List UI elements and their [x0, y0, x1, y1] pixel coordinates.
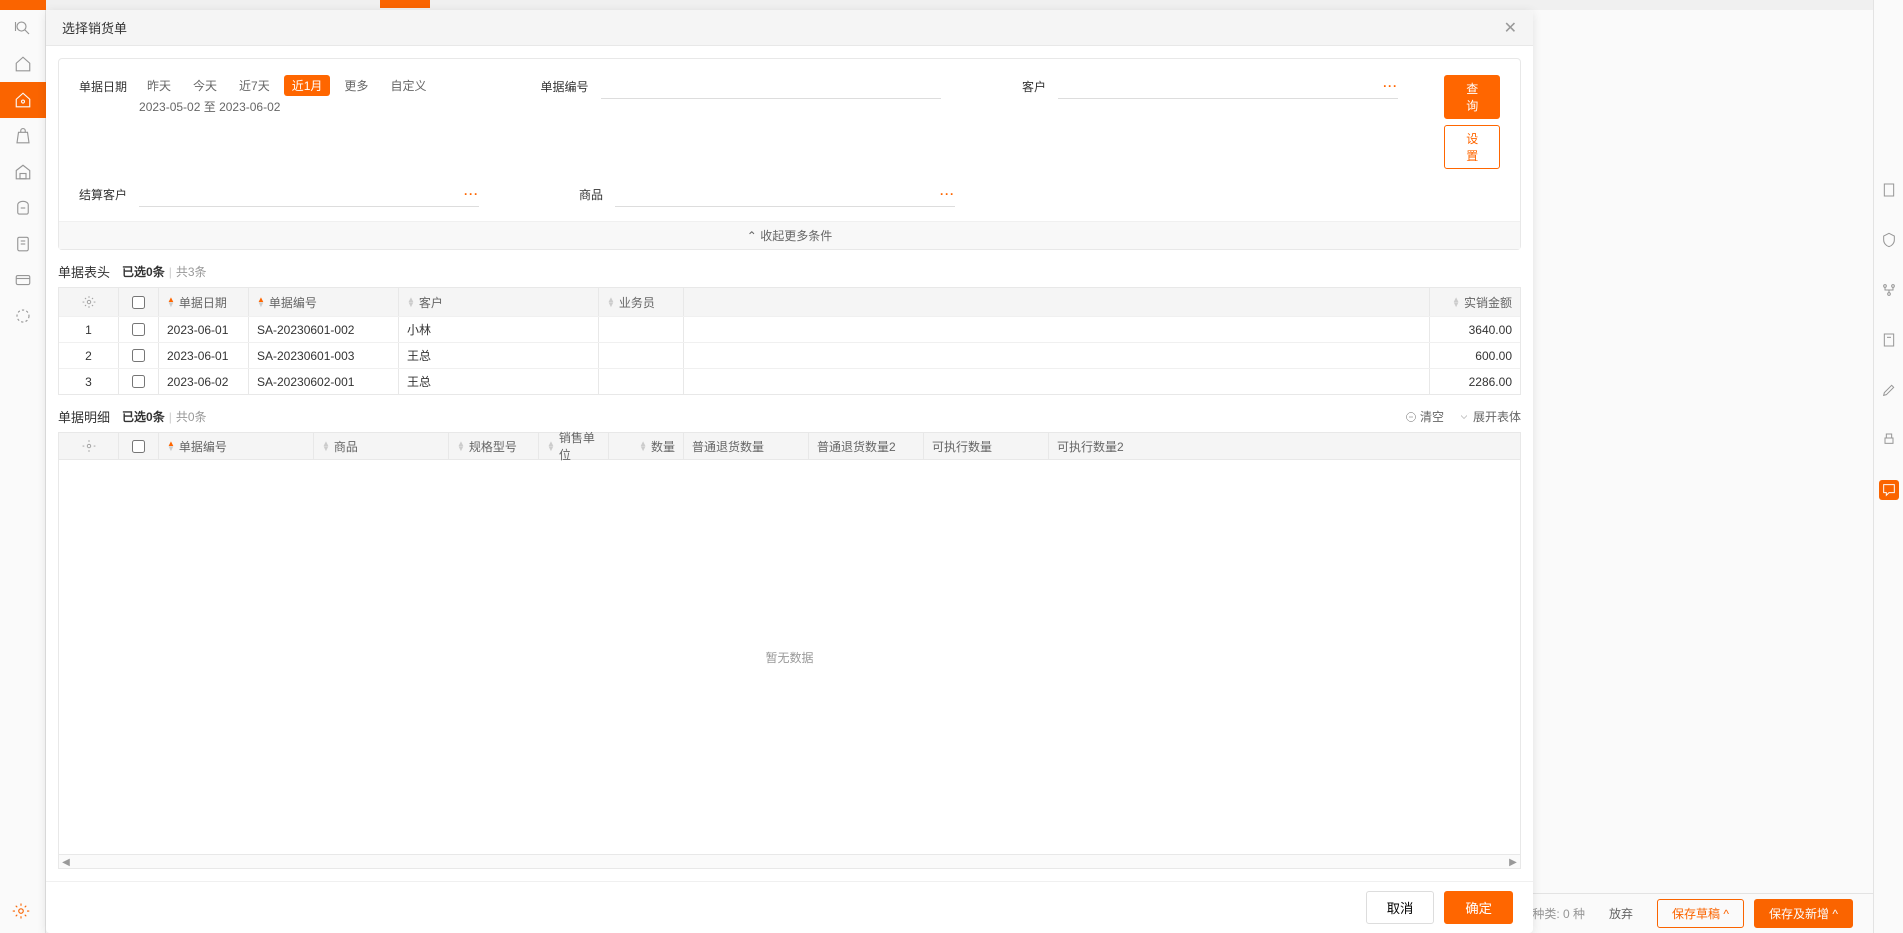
row-amount: 600.00 [1430, 343, 1520, 368]
header-section-title: 单据表头 [58, 262, 110, 281]
settle-customer-input[interactable] [139, 183, 479, 207]
row-date: 2023-06-02 [159, 369, 249, 394]
row-checkbox[interactable] [119, 317, 159, 342]
customer-more-icon[interactable]: ··· [1383, 79, 1398, 93]
dth-execqty2[interactable]: 可执行数量2 [1049, 433, 1520, 459]
date-pill-today[interactable]: 今天 [185, 75, 225, 96]
row-amount: 3640.00 [1430, 317, 1520, 342]
date-pill-7days[interactable]: 近7天 [231, 75, 278, 96]
row-docno: SA-20230602-001 [249, 369, 399, 394]
modal-title: 选择销货单 [62, 18, 127, 37]
dth-retqty[interactable]: 普通退货数量 [684, 433, 809, 459]
row-customer: 王总 [399, 369, 599, 394]
docno-input[interactable] [601, 75, 941, 99]
docno-label: 单据编号 [541, 75, 601, 99]
dth-execqty[interactable]: 可执行数量 [924, 433, 1049, 459]
select-all-checkbox[interactable] [119, 288, 159, 316]
product-label: 商品 [559, 183, 615, 207]
th-date[interactable]: ▲▼单据日期 [159, 288, 249, 316]
date-pill-custom[interactable]: 自定义 [382, 75, 434, 96]
settle-customer-label: 结算客户 [79, 183, 139, 207]
table-row[interactable]: 1 2023-06-01SA-20230601-002小林 3640.00 [59, 316, 1520, 342]
dth-product[interactable]: ▲▼商品 [314, 433, 449, 459]
select-sales-order-modal: 选择销货单 ✕ 单据日期 昨天 今天 近7天 近1月 更多 [46, 10, 1533, 933]
row-checkbox[interactable] [119, 369, 159, 394]
row-index: 3 [59, 369, 119, 394]
setup-button[interactable]: 设置 [1444, 125, 1500, 169]
product-more-icon[interactable]: ··· [940, 187, 955, 201]
row-docno: SA-20230601-003 [249, 343, 399, 368]
expand-button[interactable]: 展开表体 [1458, 408, 1521, 425]
row-salesperson [599, 317, 684, 342]
table-row[interactable]: 2 2023-06-01SA-20230601-003王总 600.00 [59, 342, 1520, 368]
th-docno[interactable]: ▲▼单据编号 [249, 288, 399, 316]
scroll-left-icon[interactable]: ◀ [59, 855, 73, 869]
th-spacer [684, 288, 1430, 316]
detail-gear-icon[interactable] [59, 433, 119, 459]
modal-footer: 取消 确定 [46, 881, 1533, 933]
date-pill-more[interactable]: 更多 [336, 75, 376, 96]
row-index: 2 [59, 343, 119, 368]
row-docno: SA-20230601-002 [249, 317, 399, 342]
row-checkbox[interactable] [119, 343, 159, 368]
customer-input[interactable] [1058, 75, 1398, 99]
gear-icon[interactable] [59, 288, 119, 316]
modal-header: 选择销货单 ✕ [46, 10, 1533, 46]
table-row[interactable]: 3 2023-06-02SA-20230602-001王总 2286.00 [59, 368, 1520, 394]
date-label: 单据日期 [79, 75, 139, 99]
row-salesperson [599, 369, 684, 394]
customer-label: 客户 [1002, 75, 1058, 99]
header-section-count: 已选0条|共3条 [122, 263, 207, 280]
header-table: ▲▼单据日期 ▲▼单据编号 ▲▼客户 ▲▼业务员 ▲▼实销金额 1 2023-06… [58, 287, 1521, 395]
row-customer: 王总 [399, 343, 599, 368]
horizontal-scrollbar[interactable]: ◀ ▶ [58, 855, 1521, 869]
detail-table: ▲▼单据编号 ▲▼商品 ▲▼规格型号 ▲▼销售单位 ▲▼数量 普通退货数量 普通… [58, 432, 1521, 869]
row-amount: 2286.00 [1430, 369, 1520, 394]
th-customer[interactable]: ▲▼客户 [399, 288, 599, 316]
confirm-button[interactable]: 确定 [1444, 891, 1513, 924]
row-salesperson [599, 343, 684, 368]
collapse-filters[interactable]: ⌃ 收起更多条件 [59, 221, 1520, 249]
row-date: 2023-06-01 [159, 343, 249, 368]
th-amount[interactable]: ▲▼实销金额 [1430, 288, 1520, 316]
dth-spec[interactable]: ▲▼规格型号 [449, 433, 539, 459]
date-range-text: 2023-05-02 至 2023-06-02 [139, 98, 501, 115]
clear-button[interactable]: 清空 [1405, 408, 1444, 425]
query-button[interactable]: 查询 [1444, 75, 1500, 119]
detail-section-count: 已选0条|共0条 [122, 408, 207, 425]
dth-retqty2[interactable]: 普通退货数量2 [809, 433, 924, 459]
empty-state: 暂无数据 [58, 460, 1521, 855]
scroll-right-icon[interactable]: ▶ [1506, 855, 1520, 869]
row-index: 1 [59, 317, 119, 342]
row-customer: 小林 [399, 317, 599, 342]
cancel-button[interactable]: 取消 [1366, 891, 1435, 924]
close-icon[interactable]: ✕ [1504, 18, 1517, 38]
settle-customer-more-icon[interactable]: ··· [464, 187, 479, 201]
date-pill-yesterday[interactable]: 昨天 [139, 75, 179, 96]
dth-unit[interactable]: ▲▼销售单位 [539, 433, 609, 459]
product-input[interactable] [615, 183, 955, 207]
detail-select-all[interactable] [119, 433, 159, 459]
dth-qty[interactable]: ▲▼数量 [609, 433, 684, 459]
th-salesperson[interactable]: ▲▼业务员 [599, 288, 684, 316]
row-date: 2023-06-01 [159, 317, 249, 342]
detail-section-title: 单据明细 [58, 407, 110, 426]
filter-panel: 单据日期 昨天 今天 近7天 近1月 更多 自定义 2023-05-02 至 2… [58, 58, 1521, 250]
dth-docno[interactable]: ▲▼单据编号 [159, 433, 314, 459]
date-pill-1month[interactable]: 近1月 [284, 75, 331, 96]
